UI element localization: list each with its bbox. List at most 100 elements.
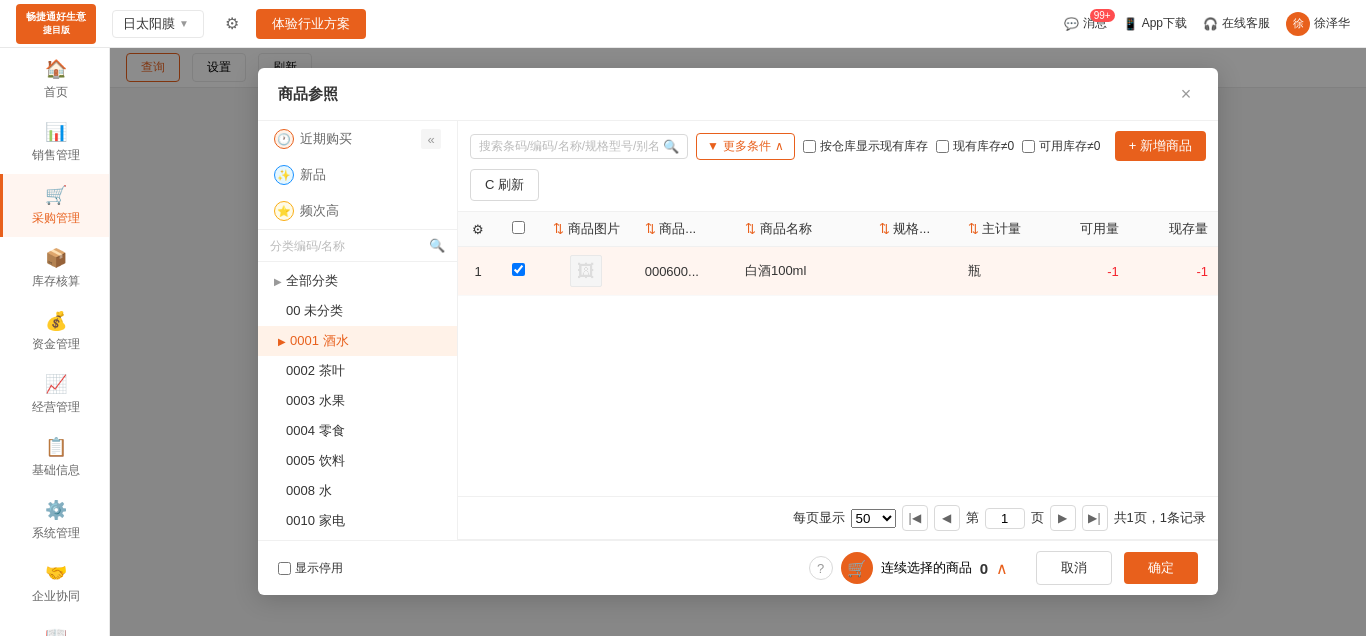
stock-ne0-text: 现有库存≠0 xyxy=(953,138,1014,155)
col-unit-sort-icon[interactable]: ⇅ xyxy=(968,221,979,236)
tree-item-all[interactable]: ▶ 全部分类 xyxy=(258,266,457,296)
app-download-nav-item[interactable]: 📱 App下载 xyxy=(1123,15,1187,32)
sidebar-item-guide[interactable]: 📖 新手引导 xyxy=(0,615,109,636)
online-service-nav-item[interactable]: 🎧 在线客服 xyxy=(1203,15,1270,32)
modal-title: 商品参照 xyxy=(278,85,338,104)
sidebar-item-operations[interactable]: 📈 经营管理 xyxy=(0,363,109,426)
content-area: 查询 设置 刷新 商品参照 × � xyxy=(110,48,1366,636)
category-search-icon[interactable]: 🔍 xyxy=(429,238,445,253)
branch-dropdown[interactable]: 日太阳膜 ▼ xyxy=(112,10,204,38)
tree-item-0002[interactable]: 0002 茶叶 xyxy=(258,356,457,386)
sidebar-item-inventory[interactable]: 📦 库存核算 xyxy=(0,237,109,300)
tree-item-00[interactable]: 00 未分类 xyxy=(258,296,457,326)
sidebar-item-finance[interactable]: 💰 资金管理 xyxy=(0,300,109,363)
page-end-label: 页 xyxy=(1031,509,1044,527)
cart-label: 连续选择的商品 xyxy=(881,559,972,577)
sidebar-item-sales[interactable]: 📊 销售管理 xyxy=(0,111,109,174)
tab-frequent[interactable]: ⭐ 频次高 xyxy=(258,193,457,229)
stock-ne0-checkbox[interactable] xyxy=(936,140,949,153)
tree-item-0003[interactable]: 0003 水果 xyxy=(258,386,457,416)
row-product-img-cell: 🖼 xyxy=(538,247,634,296)
tree-item-0001[interactable]: ▶ 0001 酒水 xyxy=(258,326,457,356)
select-all-checkbox[interactable] xyxy=(512,221,525,234)
cart-button[interactable]: 🛒 xyxy=(841,552,873,584)
sidebar-item-home[interactable]: 🏠 首页 xyxy=(0,48,109,111)
col-spec-sort-icon[interactable]: ⇅ xyxy=(879,221,890,236)
purchase-icon: 🛒 xyxy=(45,184,67,206)
sidebar: 🏠 首页 📊 销售管理 🛒 采购管理 📦 库存核算 💰 资金管理 📈 经营管理 … xyxy=(0,48,110,636)
tab-new[interactable]: ✨ 新品 xyxy=(258,157,457,193)
tree-item-0004[interactable]: 0004 零食 xyxy=(258,416,457,446)
experience-button[interactable]: 体验行业方案 xyxy=(256,9,366,39)
col-code-sort-icon[interactable]: ⇅ xyxy=(645,221,656,236)
collapse-button[interactable]: « xyxy=(421,129,441,149)
available-ne0-checkbox-label[interactable]: 可用库存≠0 xyxy=(1022,138,1100,155)
modal-close-button[interactable]: × xyxy=(1174,82,1198,106)
user-nav-item[interactable]: 徐 徐泽华 xyxy=(1286,12,1350,36)
show-disabled-checkbox[interactable] xyxy=(278,562,291,575)
category-panel: 🕐 近期购买 « ✨ 新品 ⭐ 频次高 xyxy=(258,121,458,540)
headset-icon: 🎧 xyxy=(1203,17,1218,31)
sidebar-item-enterprise[interactable]: 🤝 企业协同 xyxy=(0,552,109,615)
stock-ne0-checkbox-label[interactable]: 现有库存≠0 xyxy=(936,138,1014,155)
show-disabled-label[interactable]: 显示停用 xyxy=(278,560,343,577)
tree-label-0005: 0005 饮料 xyxy=(286,452,345,470)
app-download-label: App下载 xyxy=(1142,15,1187,32)
sidebar-item-purchase[interactable]: 🛒 采购管理 xyxy=(0,174,109,237)
row-index: 1 xyxy=(458,247,498,296)
product-table-wrap: ⚙ ⇅ 商品图片 xyxy=(458,212,1218,497)
tree-label-0003: 0003 水果 xyxy=(286,392,345,410)
confirm-button[interactable]: 确定 xyxy=(1124,552,1198,584)
tab-recent[interactable]: 🕐 近期购买 « xyxy=(258,121,457,157)
tree-label-00: 00 未分类 xyxy=(286,302,343,320)
sidebar-label-operations: 经营管理 xyxy=(32,399,80,416)
add-product-button[interactable]: + 新增商品 xyxy=(1115,131,1206,161)
cart-count: 0 xyxy=(980,560,988,577)
page-number-input[interactable] xyxy=(985,508,1025,529)
col-name-sort-icon[interactable]: ⇅ xyxy=(745,221,756,236)
guide-icon: 📖 xyxy=(45,625,67,636)
col-header-img: ⇅ 商品图片 xyxy=(538,212,634,247)
sidebar-label-sales: 销售管理 xyxy=(32,147,80,164)
collapse-cart-icon[interactable]: ∧ xyxy=(996,559,1008,578)
col-header-spec: ⇅ 规格... xyxy=(869,212,958,247)
tree-item-0010[interactable]: 0010 家电 xyxy=(258,506,457,536)
row-product-unit: 瓶 xyxy=(958,247,1040,296)
app-logo: 畅捷通好生意 捷目版 xyxy=(16,4,96,44)
tree-item-0008[interactable]: 0008 水 xyxy=(258,476,457,506)
cancel-button[interactable]: 取消 xyxy=(1036,551,1112,585)
show-disabled-text: 显示停用 xyxy=(295,560,343,577)
product-search-input[interactable] xyxy=(479,139,659,153)
tree-item-0005[interactable]: 0005 饮料 xyxy=(258,446,457,476)
warehouse-checkbox-label[interactable]: 按仓库显示现有库存 xyxy=(803,138,928,155)
next-page-btn[interactable]: ▶ xyxy=(1050,505,1076,531)
col-img-sort-icon[interactable]: ⇅ xyxy=(553,221,564,236)
settings-icon[interactable]: ⚙ xyxy=(472,222,484,237)
settings-icon[interactable]: ⚙ xyxy=(216,8,248,40)
sidebar-label-purchase: 采购管理 xyxy=(32,210,80,227)
messages-nav-item[interactable]: 💬 消息 99+ xyxy=(1064,15,1107,32)
prev-page-btn[interactable]: ◀ xyxy=(934,505,960,531)
refresh-button[interactable]: C 刷新 xyxy=(470,169,539,201)
new-tab-icon: ✨ xyxy=(274,165,294,185)
category-search-input[interactable] xyxy=(270,239,425,253)
available-ne0-text: 可用库存≠0 xyxy=(1039,138,1100,155)
help-icon[interactable]: ? xyxy=(809,556,833,580)
messages-badge: 99+ xyxy=(1090,9,1115,22)
last-page-btn[interactable]: ▶| xyxy=(1082,505,1108,531)
sidebar-item-system[interactable]: ⚙️ 系统管理 xyxy=(0,489,109,552)
product-search-icon[interactable]: 🔍 xyxy=(663,139,679,154)
sidebar-label-basic-info: 基础信息 xyxy=(32,462,80,479)
warehouse-checkbox[interactable] xyxy=(803,140,816,153)
sidebar-item-basic-info[interactable]: 📋 基础信息 xyxy=(0,426,109,489)
operations-icon: 📈 xyxy=(45,373,67,395)
available-ne0-checkbox[interactable] xyxy=(1022,140,1035,153)
row-checkbox[interactable] xyxy=(512,263,525,276)
more-filter-button[interactable]: ▼ 更多条件 ∧ xyxy=(696,133,795,160)
per-page-select[interactable]: 50 20 100 xyxy=(851,509,896,528)
table-row[interactable]: 1 🖼 xyxy=(458,247,1218,296)
col-header-stock: 现存量 xyxy=(1129,212,1218,247)
sidebar-label-finance: 资金管理 xyxy=(32,336,80,353)
filter-label: 更多条件 xyxy=(723,138,771,155)
first-page-btn[interactable]: |◀ xyxy=(902,505,928,531)
